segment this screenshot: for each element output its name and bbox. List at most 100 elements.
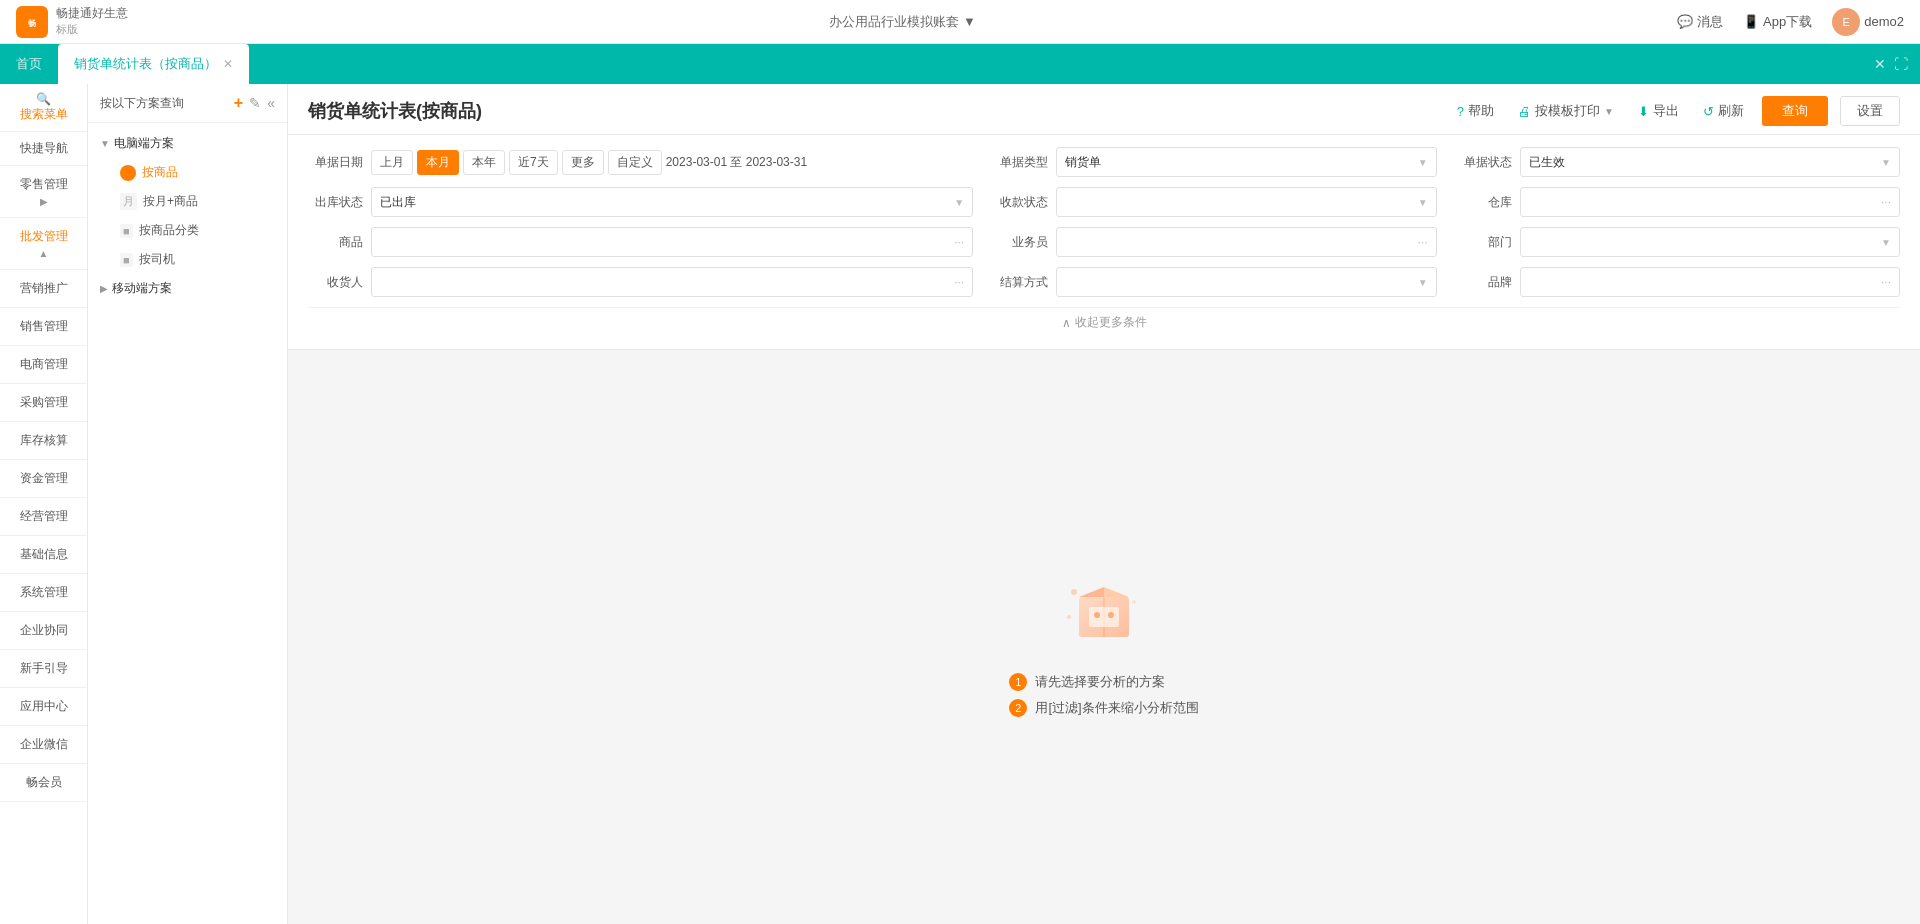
sidebar-appstore-label: 应用中心 xyxy=(20,698,68,715)
filter-doctype-control[interactable]: 销货单 ▼ xyxy=(1056,147,1436,177)
svg-point-10 xyxy=(1132,600,1136,604)
sidebar-item-system[interactable]: 系统管理 xyxy=(0,574,87,612)
app-download-label: App下载 xyxy=(1763,13,1812,31)
filter-warehouse-label: 仓库 xyxy=(1457,194,1512,211)
filter-row-4: 收货人 ··· 结算方式 ▼ xyxy=(308,267,1900,297)
print-dropdown-icon: ▼ xyxy=(1604,106,1614,117)
sidebar-item-basic[interactable]: 基础信息 xyxy=(0,536,87,574)
filter-department-label: 部门 xyxy=(1457,234,1512,251)
collapse-panel-icon[interactable]: « xyxy=(267,95,275,111)
tip-text-2: 用[过滤]条件来缩小分析范围 xyxy=(1035,699,1198,717)
tab-fullscreen-icon[interactable]: ⛶ xyxy=(1894,56,1908,72)
tab-close-window-icon[interactable]: ✕ xyxy=(1874,56,1886,72)
header-right: 💬 消息 📱 App下载 E demo2 xyxy=(1677,8,1904,36)
sidebar-item-finance[interactable]: 资金管理 xyxy=(0,460,87,498)
filter-product-control[interactable]: ··· xyxy=(371,227,973,257)
filter-consignee-control[interactable]: ··· xyxy=(371,267,973,297)
filter-salesperson-control[interactable]: ··· xyxy=(1056,227,1436,257)
filter-row-3: 商品 ··· 业务员 ··· xyxy=(308,227,1900,257)
filter-department-control[interactable]: ▼ xyxy=(1520,227,1900,257)
sidebar-item-wholesale[interactable]: 批发管理 ▲ xyxy=(0,218,87,270)
date-btn-more[interactable]: 更多 xyxy=(562,150,604,175)
sidebar: 🔍 搜索菜单 快捷导航 零售管理 ▶ 批发管理 ▲ 营销推广 销售管理 电商管理… xyxy=(0,84,88,924)
template-print-btn[interactable]: 🖨 按模板打印 ▼ xyxy=(1512,98,1620,124)
scheme-tree-desktop-parent[interactable]: ▼ 电脑端方案 xyxy=(88,129,287,158)
date-btn-7days[interactable]: 近7天 xyxy=(509,150,558,175)
sidebar-item-search[interactable]: 🔍 搜索菜单 xyxy=(0,84,87,132)
user-area[interactable]: E demo2 xyxy=(1832,8,1904,36)
collapse-label: 收起更多条件 xyxy=(1075,314,1147,331)
collapse-bar[interactable]: ∧ 收起更多条件 xyxy=(308,307,1900,337)
sidebar-item-guide[interactable]: 新手引导 xyxy=(0,650,87,688)
top-header: 畅 畅捷通好生意 标版 办公用品行业模拟账套 ▼ 💬 消息 📱 App下载 E … xyxy=(0,0,1920,44)
svg-point-11 xyxy=(1067,615,1071,619)
sidebar-item-retail[interactable]: 零售管理 ▶ xyxy=(0,166,87,218)
template-print-label: 按模板打印 xyxy=(1535,102,1600,120)
query-btn[interactable]: 查询 xyxy=(1762,96,1828,126)
add-scheme-icon[interactable]: + xyxy=(234,94,243,112)
sidebar-item-appstore[interactable]: 应用中心 xyxy=(0,688,87,726)
tab-close-icon[interactable]: ✕ xyxy=(223,58,233,70)
edit-scheme-icon[interactable]: ✎ xyxy=(249,95,261,111)
refresh-btn[interactable]: ↺ 刷新 xyxy=(1697,98,1750,124)
tab-home[interactable]: 首页 xyxy=(0,44,58,84)
doctype-arrow-icon: ▼ xyxy=(1418,157,1428,168)
header-center: 办公用品行业模拟账套 ▼ xyxy=(829,13,976,31)
sidebar-finance-label: 资金管理 xyxy=(20,470,68,487)
scheme-label: 办公用品行业模拟账套 xyxy=(829,13,959,31)
user-name: demo2 xyxy=(1864,14,1904,29)
product-dots-icon[interactable]: ··· xyxy=(954,235,964,249)
sidebar-item-marketing[interactable]: 营销推广 xyxy=(0,270,87,308)
svg-marker-4 xyxy=(1104,587,1129,597)
date-btn-this-year[interactable]: 本年 xyxy=(463,150,505,175)
warehouse-dots-icon[interactable]: ··· xyxy=(1881,195,1891,209)
export-btn[interactable]: ⬇ 导出 xyxy=(1632,98,1685,124)
scheme-by-category-label: 按商品分类 xyxy=(139,222,199,239)
sidebar-item-purchase[interactable]: 采购管理 xyxy=(0,384,87,422)
date-btn-custom[interactable]: 自定义 xyxy=(608,150,662,175)
sidebar-item-enterprise[interactable]: 企业协同 xyxy=(0,612,87,650)
page-title-bar: 销货单统计表(按商品) ? 帮助 🖨 按模板打印 ▼ ⬇ 导出 xyxy=(288,84,1920,135)
sidebar-item-wechat[interactable]: 企业微信 xyxy=(0,726,87,764)
docstatus-arrow-icon: ▼ xyxy=(1881,157,1891,168)
sidebar-item-sales[interactable]: 销售管理 xyxy=(0,308,87,346)
filter-receiptstatus-control[interactable]: ▼ xyxy=(1056,187,1436,217)
sidebar-item-operation[interactable]: 经营管理 xyxy=(0,498,87,536)
settings-btn[interactable]: 设置 xyxy=(1840,96,1900,126)
sidebar-wechat-label: 企业微信 xyxy=(20,736,68,753)
help-btn[interactable]: ? 帮助 xyxy=(1451,98,1500,124)
salesperson-dots-icon[interactable]: ··· xyxy=(1418,235,1428,249)
app-download-btn[interactable]: 📱 App下载 xyxy=(1743,13,1812,31)
message-btn[interactable]: 💬 消息 xyxy=(1677,13,1723,31)
scheme-dropdown[interactable]: 办公用品行业模拟账套 ▼ xyxy=(829,13,976,31)
tab-sales-stats[interactable]: 销货单统计表（按商品） ✕ xyxy=(58,44,249,84)
sidebar-sales-label: 销售管理 xyxy=(20,318,68,335)
date-btn-last-month[interactable]: 上月 xyxy=(371,150,413,175)
sidebar-search-label: 搜索菜单 xyxy=(6,106,81,123)
scheme-tree-by-product[interactable]: 按商品 xyxy=(88,158,287,187)
scheme-tree-by-printer[interactable]: ■ 按司机 xyxy=(88,245,287,274)
filter-warehouse-control[interactable]: ··· xyxy=(1520,187,1900,217)
filter-receiptstatus-label: 收款状态 xyxy=(993,194,1048,211)
export-label: 导出 xyxy=(1653,102,1679,120)
filter-docstatus-field: 单据状态 已生效 ▼ xyxy=(1457,147,1900,177)
sidebar-item-ecommerce[interactable]: 电商管理 xyxy=(0,346,87,384)
scheme-tree-mobile-parent[interactable]: ▶ 移动端方案 xyxy=(88,274,287,303)
filter-outstatus-control[interactable]: 已出库 ▼ xyxy=(371,187,973,217)
brand-dots-icon[interactable]: ··· xyxy=(1881,275,1891,289)
scheme-tree-by-category[interactable]: ■ 按商品分类 xyxy=(88,216,287,245)
consignee-dots-icon[interactable]: ··· xyxy=(954,275,964,289)
sidebar-item-quicknav[interactable]: 快捷导航 xyxy=(0,132,87,166)
filter-docstatus-control[interactable]: 已生效 ▼ xyxy=(1520,147,1900,177)
svg-point-8 xyxy=(1108,612,1114,618)
sidebar-item-inventory[interactable]: 库存核算 xyxy=(0,422,87,460)
date-btn-this-month[interactable]: 本月 xyxy=(417,150,459,175)
filter-settlement-control[interactable]: ▼ xyxy=(1056,267,1436,297)
filter-area: 单据日期 上月 本月 本年 近7天 更多 自定义 2023-03-01 至 20… xyxy=(288,135,1920,350)
scheme-category-icon: ■ xyxy=(120,224,133,238)
scheme-tree-by-month-product[interactable]: 月 按月+商品 xyxy=(88,187,287,216)
sidebar-item-member[interactable]: 畅会员 xyxy=(0,764,87,802)
tab-bar: 首页 销货单统计表（按商品） ✕ ✕ ⛶ xyxy=(0,44,1920,84)
filter-salesperson-label: 业务员 xyxy=(993,234,1048,251)
filter-brand-control[interactable]: ··· xyxy=(1520,267,1900,297)
